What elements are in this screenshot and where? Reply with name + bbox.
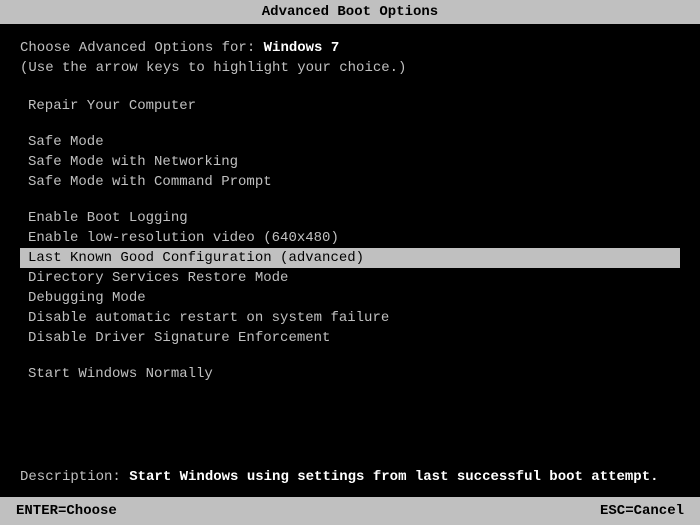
- intro-line2: (Use the arrow keys to highlight your ch…: [20, 60, 680, 76]
- menu-item-debugging[interactable]: Debugging Mode: [20, 288, 680, 308]
- intro-prefix: Choose Advanced Options for:: [20, 40, 264, 56]
- main-content: Choose Advanced Options for: Windows 7 (…: [0, 24, 700, 416]
- menu-section-1: Safe Mode Safe Mode with Networking Safe…: [20, 132, 680, 192]
- title-bar: Advanced Boot Options: [0, 0, 700, 24]
- intro-line1: Choose Advanced Options for: Windows 7: [20, 40, 680, 56]
- menu-item-start-normally[interactable]: Start Windows Normally: [20, 364, 680, 384]
- menu-item-directory[interactable]: Directory Services Restore Mode: [20, 268, 680, 288]
- menu-section-0: Repair Your Computer: [20, 96, 680, 116]
- menu-item-disable-restart[interactable]: Disable automatic restart on system fail…: [20, 308, 680, 328]
- description-text: Start Windows using settings from last s…: [129, 469, 658, 485]
- menu-item-disable-driver[interactable]: Disable Driver Signature Enforcement: [20, 328, 680, 348]
- esc-label: ESC=Cancel: [600, 503, 684, 519]
- enter-label: ENTER=Choose: [16, 503, 117, 519]
- menu-section-2: Enable Boot Logging Enable low-resolutio…: [20, 208, 680, 348]
- description-label: Description:: [20, 469, 129, 485]
- menu-item-low-res[interactable]: Enable low-resolution video (640x480): [20, 228, 680, 248]
- menu-item-boot-logging[interactable]: Enable Boot Logging: [20, 208, 680, 228]
- menu-section-3: Start Windows Normally: [20, 364, 680, 384]
- os-name: Windows 7: [264, 40, 340, 56]
- menu-item-safe-mode[interactable]: Safe Mode: [20, 132, 680, 152]
- menu-item-last-known[interactable]: Last Known Good Configuration (advanced): [20, 248, 680, 268]
- footer: ENTER=Choose ESC=Cancel: [0, 497, 700, 525]
- menu-item-repair[interactable]: Repair Your Computer: [20, 96, 680, 116]
- menu-item-safe-mode-networking[interactable]: Safe Mode with Networking: [20, 152, 680, 172]
- title-text: Advanced Boot Options: [262, 4, 438, 20]
- menu-item-safe-mode-command[interactable]: Safe Mode with Command Prompt: [20, 172, 680, 192]
- description-area: Description: Start Windows using setting…: [20, 469, 680, 485]
